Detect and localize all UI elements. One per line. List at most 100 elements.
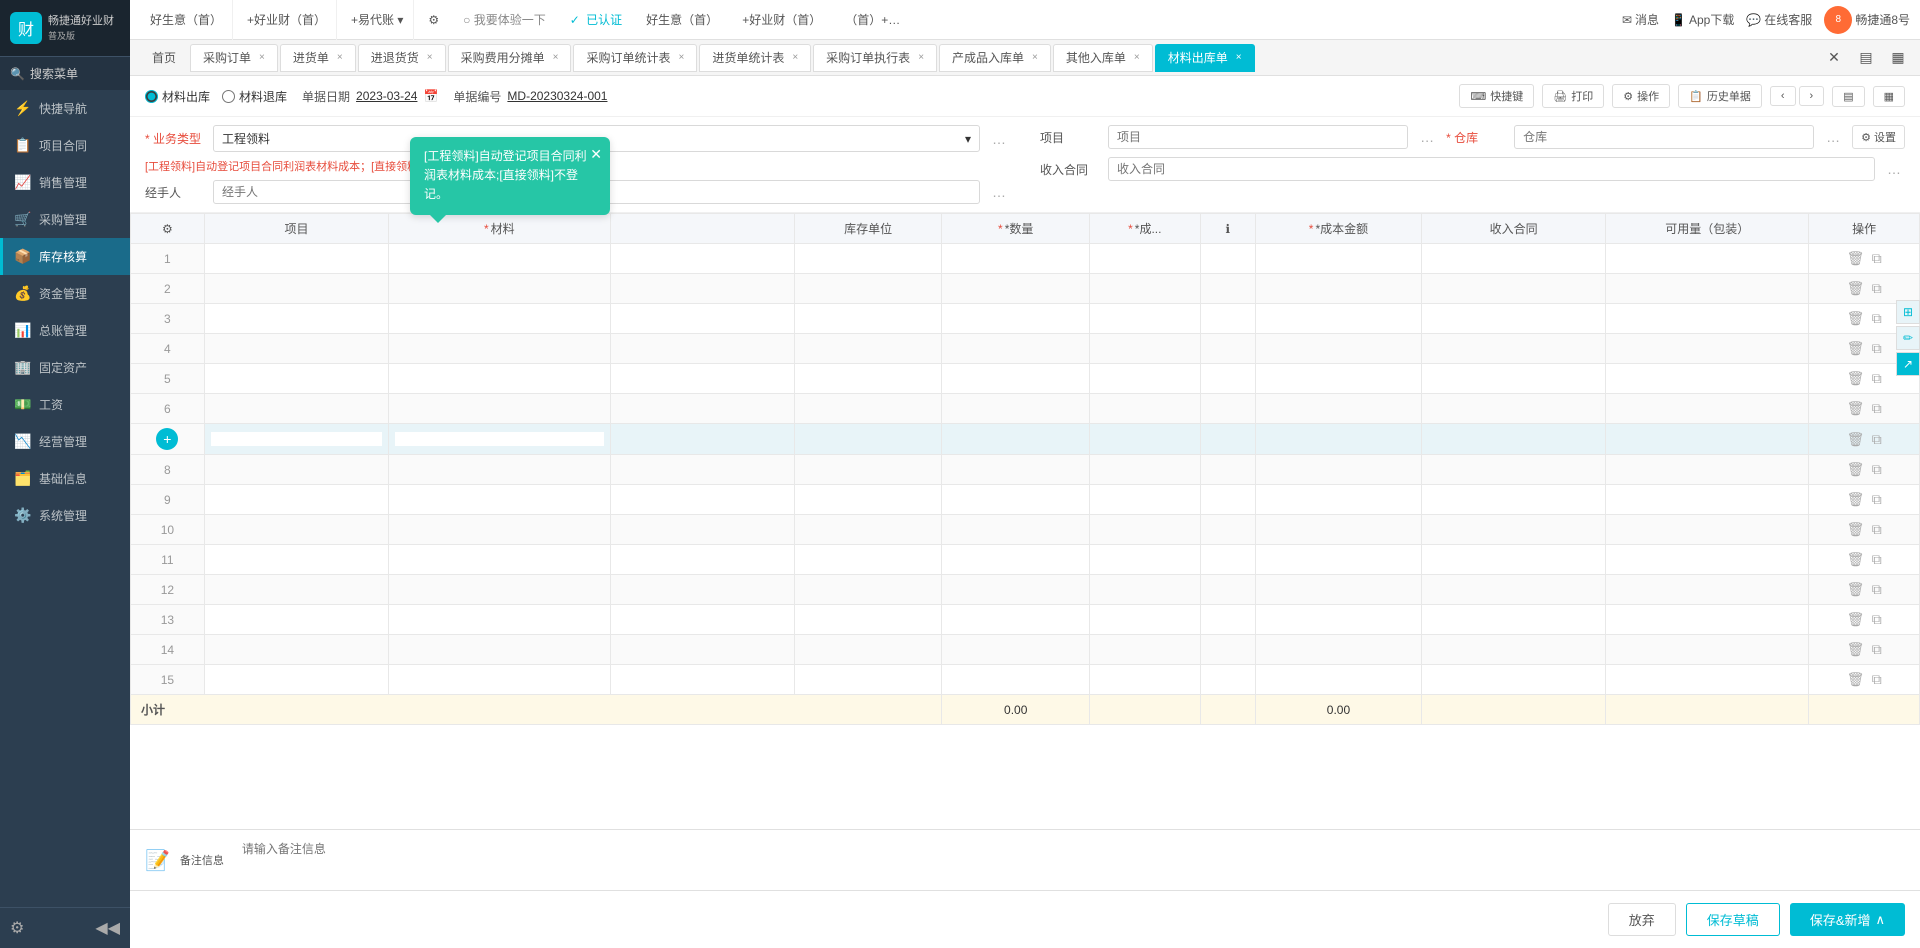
row-available-cell[interactable] <box>1606 575 1809 605</box>
row-available-cell[interactable] <box>1606 334 1809 364</box>
row-project-cell[interactable] <box>204 545 388 575</box>
project-input[interactable] <box>1108 125 1408 149</box>
topbar-message[interactable]: ✉ 消息 <box>1622 11 1659 28</box>
row-qty-cell[interactable] <box>942 575 1090 605</box>
row-delete-btn[interactable]: 🗑 <box>1845 609 1867 630</box>
sidebar-settings-btn[interactable]: ⚙ <box>10 918 24 938</box>
topbar-app-download[interactable]: 📱 App下载 <box>1671 11 1734 28</box>
tab-layout-btn1[interactable]: ▤ <box>1854 46 1878 70</box>
row-unit-cell[interactable] <box>794 665 942 695</box>
row-unit-cell[interactable] <box>794 244 942 274</box>
row-income-cell[interactable] <box>1421 665 1605 695</box>
sidebar-search[interactable]: 🔍 搜索菜单 <box>0 57 130 90</box>
topbar-nav-haoshengyi[interactable]: 好生意（首） <box>140 0 233 40</box>
row-spec-cell[interactable] <box>610 605 794 635</box>
date-value[interactable]: 2023-03-24 <box>356 89 417 103</box>
save-dropdown-icon[interactable]: ∧ <box>1875 912 1885 928</box>
row-income-cell[interactable] <box>1421 394 1605 424</box>
topbar-nav2-3[interactable]: （首）+… <box>835 0 910 40</box>
row-delete-btn[interactable]: 🗑 <box>1845 459 1867 480</box>
row-income-cell[interactable] <box>1421 274 1605 304</box>
project-dots[interactable]: … <box>1416 129 1438 145</box>
topbar-nav-yidaizhang[interactable]: +易代账 ▾ <box>341 0 414 40</box>
tab-close-icon[interactable]: × <box>678 52 684 63</box>
row-cost-amount-cell[interactable] <box>1255 605 1421 635</box>
tab-home[interactable]: 首页 <box>140 44 188 72</box>
row-unit-cell[interactable] <box>794 515 942 545</box>
right-float-btn2[interactable]: ✏ <box>1896 326 1920 350</box>
row-project-cell[interactable] <box>204 304 388 334</box>
row-income-cell[interactable] <box>1421 334 1605 364</box>
row-project-cell[interactable] <box>204 394 388 424</box>
row-copy-btn[interactable]: ⧉ <box>1870 459 1884 480</box>
sidebar-item-fund[interactable]: 💰 资金管理 <box>0 275 130 312</box>
row-qty-cell[interactable] <box>942 485 1090 515</box>
row-copy-btn[interactable]: ⧉ <box>1870 669 1884 690</box>
row-cost-type-cell[interactable] <box>1089 274 1200 304</box>
row-project-cell[interactable] <box>204 515 388 545</box>
tab-return[interactable]: 进退货货 × <box>358 44 446 72</box>
row-project-cell[interactable] <box>204 455 388 485</box>
row-cost-type-cell[interactable] <box>1089 485 1200 515</box>
row-copy-btn[interactable]: ⧉ <box>1870 398 1884 419</box>
row-material-cell[interactable] <box>389 545 610 575</box>
add-row-btn[interactable]: + <box>156 428 178 450</box>
row-available-cell[interactable] <box>1606 274 1809 304</box>
col-settings-header[interactable]: ⚙ <box>131 214 205 244</box>
row-material-input[interactable] <box>395 432 603 446</box>
tab-cost[interactable]: 采购费用分摊单 × <box>448 44 572 72</box>
row-unit-cell[interactable] <box>794 575 942 605</box>
row-qty-cell[interactable] <box>942 244 1090 274</box>
business-type-dots[interactable]: … <box>988 131 1010 147</box>
tab-close-icon[interactable]: × <box>918 52 924 63</box>
row-income-cell[interactable] <box>1421 575 1605 605</box>
row-spec-cell[interactable] <box>610 665 794 695</box>
row-material-cell[interactable] <box>389 274 610 304</box>
row-delete-btn[interactable]: 🗑 <box>1845 338 1867 359</box>
row-cost-type-cell[interactable] <box>1089 455 1200 485</box>
calendar-icon[interactable]: 📅 <box>423 89 438 103</box>
row-project-cell[interactable] <box>204 665 388 695</box>
topbar-settings[interactable]: ⚙ <box>418 0 449 40</box>
row-delete-btn[interactable]: 🗑 <box>1845 549 1867 570</box>
row-cost-type-cell[interactable] <box>1089 635 1200 665</box>
row-income-cell[interactable] <box>1421 605 1605 635</box>
row-spec-cell[interactable] <box>610 334 794 364</box>
row-qty-cell[interactable] <box>942 304 1090 334</box>
row-cost-amount-cell[interactable] <box>1255 575 1421 605</box>
shortcut-btn[interactable]: ⌨ 快捷键 <box>1459 84 1534 108</box>
row-material-cell[interactable] <box>389 605 610 635</box>
row-cost-amount-cell[interactable] <box>1255 485 1421 515</box>
row-qty-cell[interactable] <box>942 274 1090 304</box>
row-spec-cell[interactable] <box>610 545 794 575</box>
row-qty-cell[interactable] <box>942 364 1090 394</box>
row-available-cell[interactable] <box>1606 635 1809 665</box>
handler-dots[interactable]: … <box>988 184 1010 200</box>
row-cost-type-cell[interactable] <box>1089 605 1200 635</box>
row-cost-type-cell[interactable] <box>1089 394 1200 424</box>
row-cost-amount-cell[interactable] <box>1255 455 1421 485</box>
topbar-online-service[interactable]: 💬 在线客服 <box>1746 11 1812 28</box>
row-project-cell[interactable] <box>204 485 388 515</box>
row-cost-amount-cell[interactable] <box>1255 304 1421 334</box>
row-material-cell[interactable] <box>389 304 610 334</box>
row-material-cell[interactable] <box>389 334 610 364</box>
row-income-cell[interactable] <box>1421 455 1605 485</box>
tab-purchase-order[interactable]: 采购订单 × <box>190 44 278 72</box>
row-material-cell[interactable] <box>389 394 610 424</box>
tab-other-in[interactable]: 其他入库单 × <box>1053 44 1153 72</box>
row-cost-amount-cell[interactable] <box>1255 364 1421 394</box>
number-value[interactable]: MD-20230324-001 <box>507 89 607 103</box>
row-project-input[interactable] <box>211 432 382 446</box>
row-add-cell[interactable]: + <box>131 424 205 455</box>
row-material-cell[interactable] <box>389 424 610 455</box>
row-available-cell[interactable] <box>1606 364 1809 394</box>
row-material-cell[interactable] <box>389 575 610 605</box>
row-material-cell[interactable] <box>389 485 610 515</box>
sidebar-item-fixed-assets[interactable]: 🏢 固定资产 <box>0 349 130 386</box>
row-available-cell[interactable] <box>1606 665 1809 695</box>
row-unit-cell[interactable] <box>794 394 942 424</box>
sidebar-item-quick-nav[interactable]: ⚡ 快捷导航 <box>0 90 130 127</box>
sidebar-item-purchase[interactable]: 🛒 采购管理 <box>0 201 130 238</box>
row-project-cell[interactable] <box>204 575 388 605</box>
